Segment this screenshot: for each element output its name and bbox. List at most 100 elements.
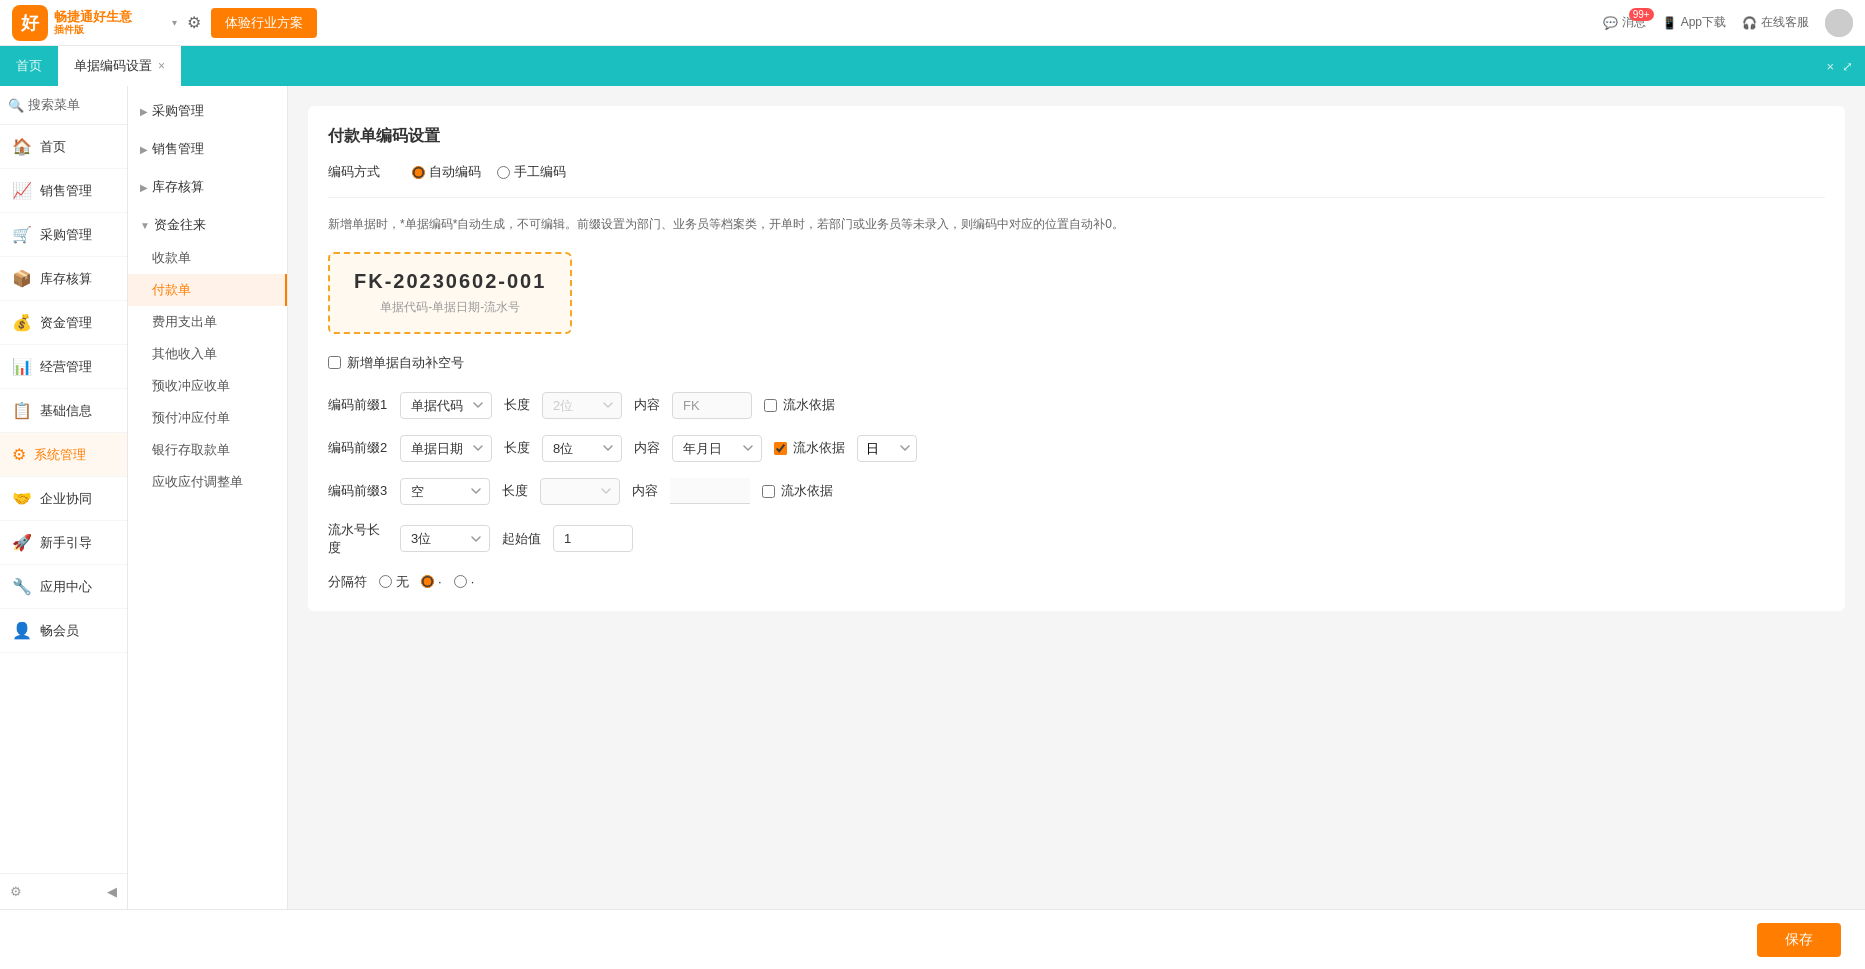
search-icon: 🔍: [8, 98, 24, 113]
sub-group-purchase: ▶ 采购管理: [128, 94, 287, 128]
sidebar-item-finance[interactable]: 💰 资金管理: [0, 301, 127, 345]
sidebar-item-apps[interactable]: 🔧 应用中心: [0, 565, 127, 609]
day-select[interactable]: 日: [857, 435, 917, 462]
sub-group-sales-header[interactable]: ▶ 销售管理: [128, 132, 287, 166]
prefix1-select[interactable]: 单据代码: [400, 392, 492, 419]
sidebar-item-guide[interactable]: 🚀 新手引导: [0, 521, 127, 565]
prefix3-label: 编码前缀3: [328, 482, 388, 500]
sub-item-expense[interactable]: 费用支出单: [128, 306, 287, 338]
content1-input[interactable]: [672, 392, 752, 419]
content3-label: 内容: [632, 482, 658, 500]
home-icon: 🏠: [12, 137, 32, 156]
main-layout: 🔍 搜索菜单 🏠 首页 📈 销售管理 🛒 采购管理 📦 库存核算 💰 资金管理 …: [0, 86, 1865, 909]
tab-collapse-icon[interactable]: ×: [1826, 59, 1834, 74]
sidebar-search[interactable]: 🔍 搜索菜单: [0, 86, 127, 125]
top-bar-actions: 💬 消息 99+ 📱 App下载 🎧 在线客服: [1603, 9, 1853, 37]
message-button[interactable]: 💬 消息 99+: [1603, 14, 1646, 31]
app-icon: 📱: [1662, 16, 1677, 30]
arrow-right-icon: ▶: [140, 144, 148, 155]
sep-dot-option[interactable]: ·: [421, 574, 442, 589]
sidebar-collapse-icon[interactable]: ◀: [107, 884, 117, 899]
online-service-button[interactable]: 🎧 在线客服: [1742, 14, 1809, 31]
sub-item-prepay-receipt[interactable]: 预收冲应收单: [128, 370, 287, 402]
gear-icon[interactable]: ⚙: [187, 13, 201, 32]
sidebar-item-business[interactable]: 📊 经营管理: [0, 345, 127, 389]
manual-encode-option[interactable]: 手工编码: [497, 163, 566, 181]
save-button[interactable]: 保存: [1757, 923, 1841, 957]
content2-select[interactable]: 年月日: [672, 435, 762, 462]
tab-close-icon[interactable]: ×: [158, 59, 165, 73]
tab-bar-right: × ⤢: [1826, 59, 1865, 74]
trial-button[interactable]: 体验行业方案: [211, 8, 317, 38]
prefix3-select[interactable]: 空: [400, 478, 490, 505]
app-download-button[interactable]: 📱 App下载: [1662, 14, 1726, 31]
sep-none-option[interactable]: 无: [379, 573, 409, 591]
business-icon: 📊: [12, 357, 32, 376]
separator-label: 分隔符: [328, 573, 367, 591]
sidebar-item-home[interactable]: 🏠 首页: [0, 125, 127, 169]
sub-item-adjustment[interactable]: 应收应付调整单: [128, 466, 287, 498]
sub-group-finance-header[interactable]: ▼ 资金往来: [128, 208, 287, 242]
auto-encode-radio[interactable]: [412, 166, 425, 179]
sidebar-item-system[interactable]: ⚙ 系统管理: [0, 433, 127, 477]
sep-none-radio[interactable]: [379, 575, 392, 588]
sep-other-option[interactable]: ·: [454, 574, 475, 589]
code-example-box: FK-20230602-001 单据代码-单据日期-流水号: [328, 252, 572, 334]
user-avatar[interactable]: [1825, 9, 1853, 37]
cooperation-icon: 🤝: [12, 489, 32, 508]
system-icon: ⚙: [12, 445, 26, 464]
stream2-option[interactable]: 流水依据: [774, 439, 845, 457]
tab-encoding-settings[interactable]: 单据编码设置 ×: [58, 46, 181, 86]
sub-group-purchase-header[interactable]: ▶ 采购管理: [128, 94, 287, 128]
serial-length-label: 流水号长度: [328, 521, 388, 557]
chevron-down-icon[interactable]: ▾: [172, 17, 177, 28]
stream1-option[interactable]: 流水依据: [764, 396, 835, 414]
sidebar-item-purchase[interactable]: 🛒 采购管理: [0, 213, 127, 257]
apps-icon: 🔧: [12, 577, 32, 596]
auto-encode-option[interactable]: 自动编码: [412, 163, 481, 181]
sub-group-inventory-header[interactable]: ▶ 库存核算: [128, 170, 287, 204]
logo-text: 畅捷通好生意 插件版: [54, 9, 132, 37]
member-icon: 👤: [12, 621, 32, 640]
sep-dot-char: ·: [438, 574, 442, 589]
guide-icon: 🚀: [12, 533, 32, 552]
stream1-checkbox[interactable]: [764, 399, 777, 412]
start-value-input[interactable]: [553, 525, 633, 552]
length2-label: 长度: [504, 439, 530, 457]
start-value-label: 起始值: [502, 530, 541, 548]
stream3-option[interactable]: 流水依据: [762, 482, 833, 500]
sidebar-bottom: ⚙ ◀: [0, 873, 127, 909]
sep-dot-radio[interactable]: [421, 575, 434, 588]
logo: 好 畅捷通好生意 插件版: [12, 5, 132, 41]
sub-item-bank[interactable]: 银行存取款单: [128, 434, 287, 466]
serial-length-select[interactable]: 3位: [400, 525, 490, 552]
sub-item-income[interactable]: 其他收入单: [128, 338, 287, 370]
tab-expand-icon[interactable]: ⤢: [1842, 59, 1853, 74]
content3-input[interactable]: [670, 478, 750, 504]
sidebar-item-inventory[interactable]: 📦 库存核算: [0, 257, 127, 301]
sep-other-radio[interactable]: [454, 575, 467, 588]
logo-icon: 好: [12, 5, 48, 41]
bottom-bar: 保存: [0, 909, 1865, 969]
stream2-checkbox[interactable]: [774, 442, 787, 455]
sidebar-item-basic[interactable]: 📋 基础信息: [0, 389, 127, 433]
arrow-down-icon: ▼: [140, 220, 150, 231]
stream3-checkbox[interactable]: [762, 485, 775, 498]
sidebar-item-member[interactable]: 👤 畅会员: [0, 609, 127, 653]
tab-home[interactable]: 首页: [0, 46, 58, 86]
auto-fill-checkbox[interactable]: [328, 356, 341, 369]
content1-label: 内容: [634, 396, 660, 414]
sub-item-prepay-payment[interactable]: 预付冲应付单: [128, 402, 287, 434]
sidebar-item-sales[interactable]: 📈 销售管理: [0, 169, 127, 213]
purchase-icon: 🛒: [12, 225, 32, 244]
manual-encode-radio[interactable]: [497, 166, 510, 179]
prefix1-label: 编码前缀1: [328, 396, 388, 414]
sidebar-settings-icon[interactable]: ⚙: [10, 884, 22, 899]
message-icon: 💬: [1603, 16, 1618, 30]
sub-item-payment[interactable]: 付款单: [128, 274, 287, 306]
sidebar-item-cooperation[interactable]: 🤝 企业协同: [0, 477, 127, 521]
length2-select[interactable]: 8位: [542, 435, 622, 462]
serial-row: 流水号长度 3位 起始值: [328, 521, 1825, 557]
sub-item-receipt[interactable]: 收款单: [128, 242, 287, 274]
prefix2-select[interactable]: 单据日期: [400, 435, 492, 462]
